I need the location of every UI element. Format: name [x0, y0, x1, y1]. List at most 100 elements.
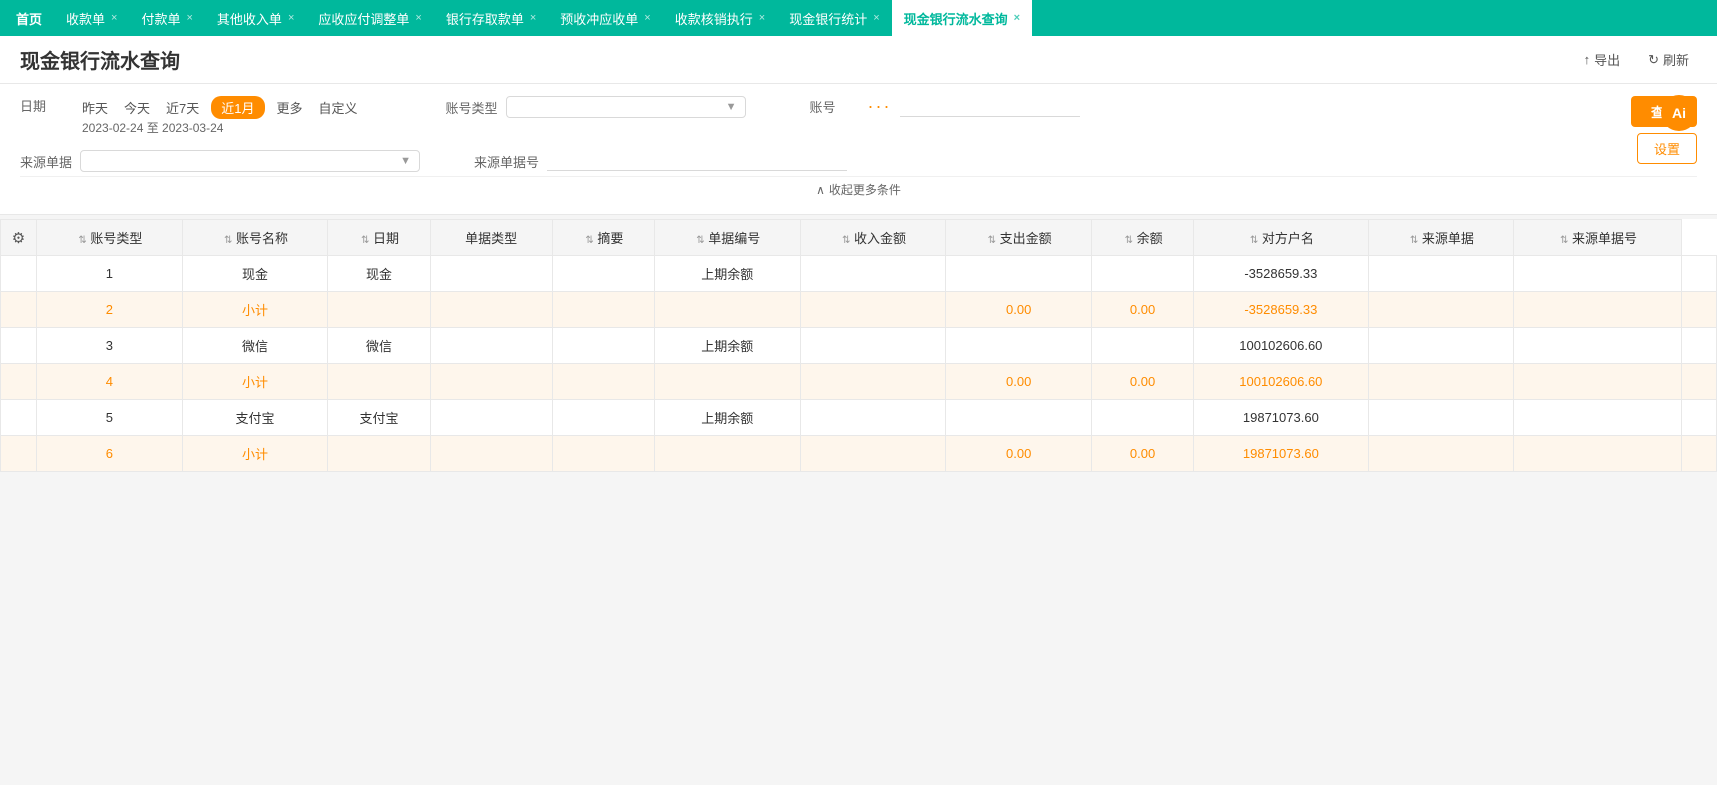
- cell-source-voucher: [1514, 292, 1681, 328]
- col-income[interactable]: ⇅ 收入金额: [800, 220, 946, 256]
- nav-item-adjustments[interactable]: 应收应付调整单 ×: [306, 0, 433, 36]
- cell-income: 0.00: [946, 436, 1092, 472]
- close-icon[interactable]: ×: [530, 12, 536, 24]
- ai-badge[interactable]: Ai: [1661, 95, 1697, 131]
- col-balance[interactable]: ⇅ 余额: [1092, 220, 1194, 256]
- top-navigation: 首页 收款单 × 付款单 × 其他收入单 × 应收应付调整单 × 银行存取款单 …: [0, 0, 1717, 36]
- account-no-input[interactable]: [900, 97, 1080, 117]
- cell-account-type: 支付宝: [182, 400, 328, 436]
- account-no-label: 账号: [810, 97, 860, 116]
- date-btn-yesterday[interactable]: 昨天: [78, 96, 112, 119]
- col-voucher-type[interactable]: 单据类型: [430, 220, 552, 256]
- col-source-voucher-no[interactable]: ⇅ 来源单据号: [1514, 220, 1681, 256]
- refresh-label: 刷新: [1663, 50, 1689, 69]
- date-btn-1month[interactable]: 近1月: [211, 96, 264, 119]
- nav-item-other-income[interactable]: 其他收入单 ×: [205, 0, 306, 36]
- close-icon[interactable]: ×: [873, 12, 879, 24]
- close-icon[interactable]: ×: [415, 12, 421, 24]
- cell-source-voucher-no: [1681, 292, 1716, 328]
- nav-label-payments: 付款单: [141, 9, 180, 28]
- collapse-bar[interactable]: ∧ 收起更多条件: [20, 176, 1697, 202]
- ai-label: Ai: [1672, 105, 1686, 121]
- col-sort-icon5: ⇅: [696, 235, 704, 246]
- nav-item-payments[interactable]: 付款单 ×: [129, 0, 204, 36]
- col-source-voucher[interactable]: ⇅ 来源单据: [1368, 220, 1514, 256]
- close-icon[interactable]: ×: [644, 12, 650, 24]
- filter-left: 日期 昨天 今天 近7天 近1月 更多 自定义 2023-02-24 至 202…: [20, 96, 1597, 172]
- account-no-dots[interactable]: ···: [868, 96, 892, 117]
- row-number: 4: [37, 364, 183, 400]
- nav-item-collection-exec[interactable]: 收款核销执行 ×: [663, 0, 777, 36]
- nav-item-bank-flow[interactable]: 现金银行流水查询 ×: [892, 0, 1032, 36]
- cell-source-voucher-no: [1681, 436, 1716, 472]
- col-date[interactable]: ⇅ 日期: [328, 220, 430, 256]
- cell-source-voucher: [1514, 328, 1681, 364]
- cell-date: [430, 436, 552, 472]
- close-icon[interactable]: ×: [1014, 12, 1020, 24]
- cell-income: [946, 328, 1092, 364]
- page-header: 现金银行流水查询 ↑ 导出 ↻ 刷新: [0, 36, 1717, 84]
- col-account-name[interactable]: ⇅ 账号名称: [182, 220, 328, 256]
- cell-date: [430, 328, 552, 364]
- col-counterparty[interactable]: ⇅ 对方户名: [1194, 220, 1368, 256]
- row-number: 1: [37, 256, 183, 292]
- row-number: 3: [37, 328, 183, 364]
- col-sort-icon6: ⇅: [842, 235, 850, 246]
- account-type-select[interactable]: ▼: [506, 96, 746, 118]
- cell-expense: [1092, 328, 1194, 364]
- close-icon[interactable]: ×: [111, 12, 117, 24]
- cell-expense: 0.00: [1092, 292, 1194, 328]
- nav-item-receipts[interactable]: 收款单 ×: [54, 0, 129, 36]
- nav-label-bank-stats: 现金银行统计: [789, 9, 867, 28]
- col-voucher-no[interactable]: ⇅ 单据编号: [654, 220, 800, 256]
- source-voucher-no-input[interactable]: [547, 151, 847, 171]
- export-button[interactable]: ↑ 导出: [1576, 46, 1629, 73]
- nav-item-bank-stats[interactable]: 现金银行统计 ×: [777, 0, 891, 36]
- nav-item-home[interactable]: 首页: [4, 0, 54, 36]
- date-range: 2023-02-24 至 2023-03-24: [82, 119, 362, 136]
- table-row: 2小计0.000.00-3528659.33: [1, 292, 1717, 328]
- col-expense[interactable]: ⇅ 支出金额: [946, 220, 1092, 256]
- cell-date: [430, 256, 552, 292]
- cell-voucher-type: [552, 328, 654, 364]
- close-icon[interactable]: ×: [288, 12, 294, 24]
- cell-source-voucher-no: [1681, 400, 1716, 436]
- data-table: ⚙ ⇅ 账号类型 ⇅ 账号名称 ⇅ 日期 单据类型 ⇅ 摘要 ⇅ 单据编号: [0, 219, 1717, 472]
- cell-voucher-type: [552, 436, 654, 472]
- nav-label-adjustments: 应收应付调整单: [318, 9, 409, 28]
- cell-account-type: 小计: [182, 364, 328, 400]
- settings-button[interactable]: 设置: [1637, 133, 1697, 164]
- close-icon[interactable]: ×: [186, 12, 192, 24]
- col-summary[interactable]: ⇅ 摘要: [552, 220, 654, 256]
- cell-source-voucher-no: [1681, 364, 1716, 400]
- cell-income: [946, 256, 1092, 292]
- gear-icon[interactable]: ⚙: [12, 230, 25, 247]
- nav-item-advance-offset[interactable]: 预收冲应收单 ×: [548, 0, 662, 36]
- cell-income: 0.00: [946, 364, 1092, 400]
- cell-expense: 0.00: [1092, 436, 1194, 472]
- cell-summary: 上期余额: [654, 400, 800, 436]
- refresh-button[interactable]: ↻ 刷新: [1640, 46, 1697, 73]
- nav-item-bank-deposits[interactable]: 银行存取款单 ×: [434, 0, 548, 36]
- nav-label-advance-offset: 预收冲应收单: [560, 9, 638, 28]
- table-row: 1现金现金上期余额-3528659.33: [1, 256, 1717, 292]
- cell-voucher-type: [552, 400, 654, 436]
- close-icon[interactable]: ×: [759, 12, 765, 24]
- filter-row-main: 日期 昨天 今天 近7天 近1月 更多 自定义 2023-02-24 至 202…: [20, 96, 1697, 172]
- cell-counterparty: [1368, 328, 1514, 364]
- date-btn-custom[interactable]: 自定义: [315, 96, 362, 119]
- date-btn-more[interactable]: 更多: [273, 96, 307, 119]
- cell-account-type: 小计: [182, 292, 328, 328]
- col-account-type[interactable]: ⇅ 账号类型: [37, 220, 183, 256]
- col-sort-icon9: ⇅: [1250, 235, 1258, 246]
- cell-source-voucher: [1514, 400, 1681, 436]
- cell-balance: 19871073.60: [1194, 436, 1368, 472]
- cell-voucher-type: [552, 364, 654, 400]
- source-voucher-select[interactable]: ▼: [80, 150, 420, 172]
- nav-label-collection-exec: 收款核销执行: [675, 9, 753, 28]
- nav-label-other-income: 其他收入单: [217, 9, 282, 28]
- settings-column-header[interactable]: ⚙: [1, 220, 37, 256]
- date-btn-7days[interactable]: 近7天: [162, 96, 203, 119]
- col-sort-icon11: ⇅: [1560, 235, 1568, 246]
- date-btn-today[interactable]: 今天: [120, 96, 154, 119]
